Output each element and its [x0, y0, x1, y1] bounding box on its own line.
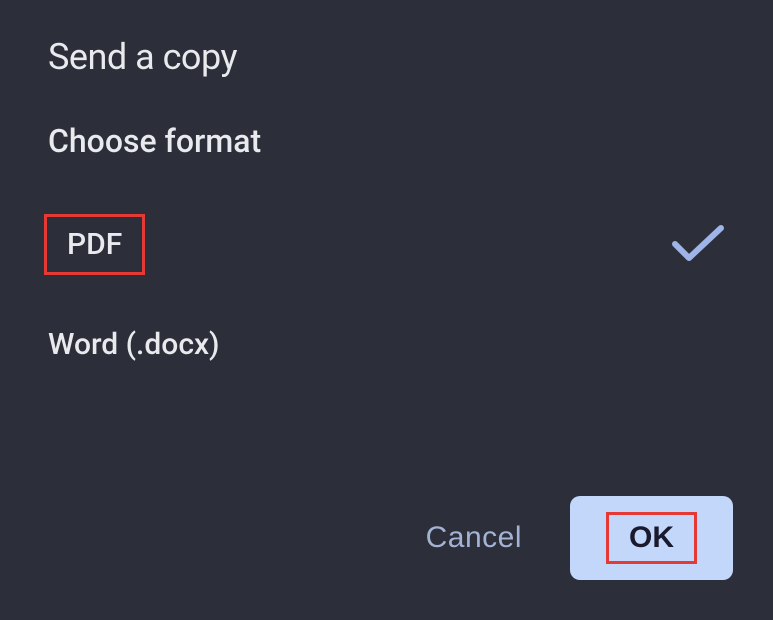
ok-button-label: OK	[629, 521, 674, 554]
option-label-pdf: PDF	[67, 227, 122, 262]
checkmark-icon	[671, 222, 725, 268]
ok-button[interactable]: OK	[570, 496, 733, 580]
format-options: PDF Word (.docx)	[0, 188, 773, 388]
option-pdf[interactable]: PDF	[32, 188, 741, 301]
dialog-actions: Cancel OK	[426, 496, 733, 580]
dialog-title: Send a copy	[0, 0, 773, 102]
choose-format-label: Choose format	[0, 102, 773, 188]
option-label-word: Word (.docx)	[48, 327, 220, 362]
option-word[interactable]: Word (.docx)	[32, 301, 741, 388]
cancel-button[interactable]: Cancel	[426, 521, 522, 555]
